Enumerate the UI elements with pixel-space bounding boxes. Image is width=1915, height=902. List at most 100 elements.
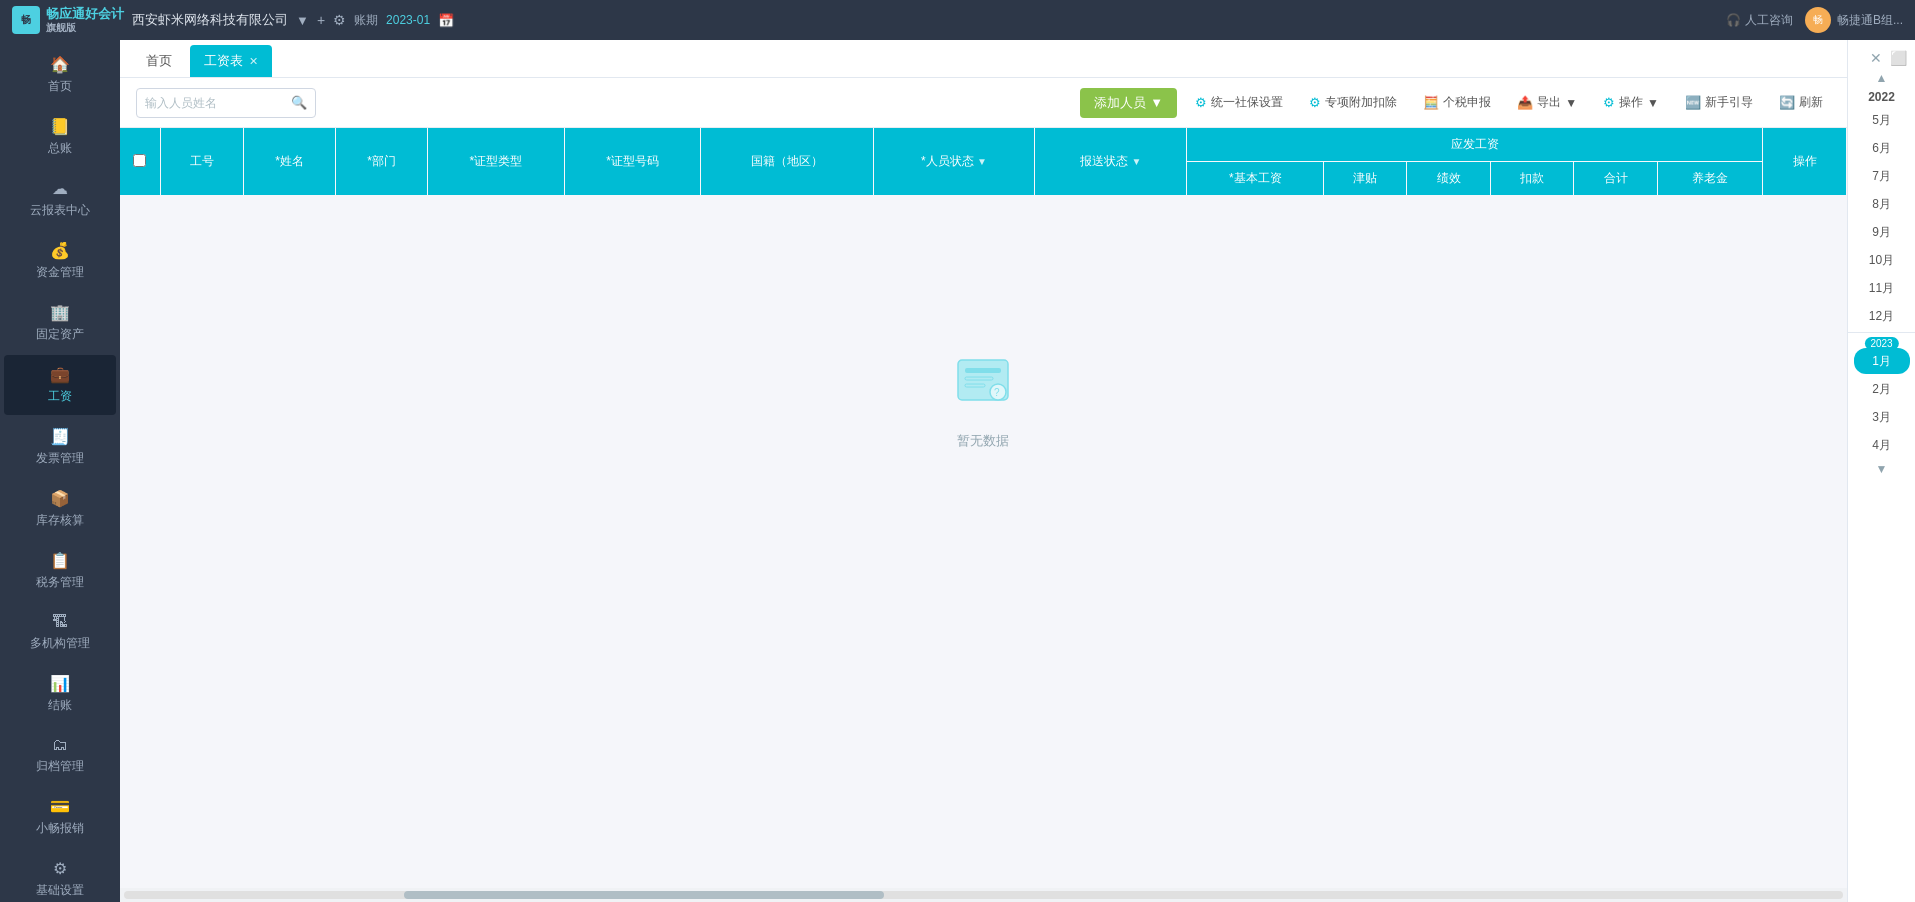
operate-action[interactable]: ⚙ 操作 ▼ (1595, 90, 1667, 115)
svg-rect-3 (965, 384, 985, 387)
col-deduction: 扣款 (1490, 162, 1573, 196)
panel-close-button[interactable]: ✕ (1868, 48, 1884, 68)
social-security-action[interactable]: ⚙ 统一社保设置 (1187, 90, 1291, 115)
panel-close-row: ✕ ⬜ (1848, 44, 1915, 68)
home-icon: 🏠 (50, 55, 70, 74)
status-filter-icon[interactable]: ▼ (977, 156, 987, 167)
sidebar-item-inventory[interactable]: 📦 库存核算 (4, 479, 116, 539)
user-service-label: 人工咨询 (1745, 12, 1793, 29)
search-icon[interactable]: 🔍 (291, 95, 307, 110)
report-filter-icon[interactable]: ▼ (1131, 156, 1141, 167)
panel-expand-button[interactable]: ⬜ (1888, 48, 1909, 68)
operate-dropdown-icon: ▼ (1647, 96, 1659, 110)
sidebar-label-home: 首页 (48, 78, 72, 95)
app-version: 旗舰版 (46, 22, 124, 34)
sidebar-item-home[interactable]: 🏠 首页 (4, 45, 116, 105)
search-input[interactable] (145, 96, 285, 110)
refresh-label: 刷新 (1799, 94, 1823, 111)
select-all-checkbox[interactable] (133, 154, 146, 167)
sidebar-item-fund[interactable]: 💰 资金管理 (4, 231, 116, 291)
refresh-icon: 🔄 (1779, 95, 1795, 110)
scroll-down-button[interactable]: ▼ (1854, 459, 1910, 479)
col-performance: 绩效 (1407, 162, 1490, 196)
col-status: *人员状态 ▼ (873, 128, 1034, 195)
tab-home[interactable]: 首页 (132, 45, 186, 77)
scrollbar-thumb[interactable] (404, 891, 884, 899)
scrollbar-track[interactable] (124, 891, 1843, 899)
export-label: 导出 (1537, 94, 1561, 111)
sidebar-item-settlement[interactable]: 📊 结账 (4, 664, 116, 724)
tab-close-icon[interactable]: ✕ (249, 55, 258, 68)
search-box: 🔍 (136, 88, 316, 118)
calendar-icon[interactable]: 📅 (438, 13, 454, 28)
month-item-2023-4[interactable]: 4月 (1854, 432, 1910, 458)
month-item-2022-6[interactable]: 6月 (1854, 135, 1910, 161)
refresh-action[interactable]: 🔄 刷新 (1771, 90, 1831, 115)
settings-nav-icon: ⚙ (53, 859, 67, 878)
col-cert-type: *证型类型 (428, 128, 565, 195)
personal-tax-action[interactable]: 🧮 个税申报 (1415, 90, 1499, 115)
col-empno: 工号 (160, 128, 243, 195)
fixed-asset-icon: 🏢 (50, 303, 70, 322)
col-salary-group: 应发工资 (1187, 128, 1763, 162)
col-operation: 操作 (1763, 128, 1847, 195)
sidebar-item-tax[interactable]: 📋 税务管理 (4, 541, 116, 601)
operate-icon: ⚙ (1603, 95, 1615, 110)
month-item-2023-1[interactable]: 1月 (1854, 348, 1910, 374)
new-guide-action[interactable]: 🆕 新手引导 (1677, 90, 1761, 115)
inventory-icon: 📦 (50, 489, 70, 508)
scroll-up-button[interactable]: ▲ (1854, 68, 1910, 88)
sidebar-label-tax: 税务管理 (36, 574, 84, 591)
empty-icon: ? (943, 340, 1023, 420)
empty-state: ? 暂无数据 (120, 195, 1847, 595)
month-item-2022-9[interactable]: 9月 (1854, 219, 1910, 245)
settlement-icon: 📊 (50, 674, 70, 693)
sidebar-label-archive: 归档管理 (36, 758, 84, 775)
col-name: *姓名 (243, 128, 335, 195)
col-base-salary: *基本工资 (1187, 162, 1324, 196)
tab-payroll-table[interactable]: 工资表 ✕ (190, 45, 272, 77)
expense-icon: 💳 (50, 797, 70, 816)
sidebar: 🏠 首页 📒 总账 ☁ 云报表中心 💰 资金管理 🏢 固定资产 💼 工资 🧾 发… (0, 40, 120, 902)
col-checkbox[interactable] (120, 128, 160, 195)
bottom-scrollbar (120, 888, 1847, 902)
settings-icon[interactable]: ⚙ (333, 12, 346, 28)
sidebar-item-fixed-asset[interactable]: 🏢 固定资产 (4, 293, 116, 353)
month-item-2022-5[interactable]: 5月 (1854, 107, 1910, 133)
toolbar-right: 添加人员 ▼ ⚙ 统一社保设置 ⚙ 专项附加扣除 🧮 个税申报 📤 导出 (1080, 88, 1831, 118)
sidebar-item-invoice[interactable]: 🧾 发票管理 (4, 417, 116, 477)
sidebar-label-expense: 小畅报销 (36, 820, 84, 837)
user-profile[interactable]: 畅 畅捷通B组... (1805, 7, 1903, 33)
month-item-2022-12[interactable]: 12月 (1854, 303, 1910, 329)
sidebar-label-cloud: 云报表中心 (30, 202, 90, 219)
sidebar-item-cloud-report[interactable]: ☁ 云报表中心 (4, 169, 116, 229)
sidebar-item-expense[interactable]: 💳 小畅报销 (4, 787, 116, 847)
month-item-2022-8[interactable]: 8月 (1854, 191, 1910, 217)
export-action[interactable]: 📤 导出 ▼ (1509, 90, 1585, 115)
sidebar-item-settings[interactable]: ⚙ 基础设置 (4, 849, 116, 902)
month-item-2022-11[interactable]: 11月 (1854, 275, 1910, 301)
month-item-2023-2[interactable]: 2月 (1854, 376, 1910, 402)
sidebar-item-multi-org[interactable]: 🏗 多机构管理 (4, 603, 116, 662)
month-item-2022-10[interactable]: 10月 (1854, 247, 1910, 273)
sidebar-item-ledger[interactable]: 📒 总账 (4, 107, 116, 167)
add-company-icon[interactable]: + (317, 12, 325, 28)
right-panel: ✕ ⬜ ▲ 2022 5月 6月 7月 8月 9月 10月 11月 12月 20… (1847, 40, 1915, 902)
multi-org-icon: 🏗 (52, 613, 68, 631)
user-service-btn[interactable]: 🎧 人工咨询 (1726, 12, 1793, 29)
company-name: 西安虾米网络科技有限公司 (132, 11, 288, 29)
sidebar-item-payroll[interactable]: 💼 工资 (4, 355, 116, 415)
year-2023-badge: 2023 (1864, 337, 1898, 350)
month-item-2023-3[interactable]: 3月 (1854, 404, 1910, 430)
month-item-2022-7[interactable]: 7月 (1854, 163, 1910, 189)
period-value: 2023-01 (386, 13, 430, 27)
company-dropdown-icon[interactable]: ▼ (296, 13, 309, 28)
sidebar-item-archive[interactable]: 🗂 归档管理 (4, 726, 116, 785)
personal-tax-icon: 🧮 (1423, 95, 1439, 110)
empty-text: 暂无数据 (957, 432, 1009, 450)
add-person-button[interactable]: 添加人员 ▼ (1080, 88, 1177, 118)
svg-rect-2 (965, 377, 993, 380)
col-country: 国籍（地区） (701, 128, 873, 195)
logo-icon: 畅 (12, 6, 40, 34)
special-deduct-action[interactable]: ⚙ 专项附加扣除 (1301, 90, 1405, 115)
